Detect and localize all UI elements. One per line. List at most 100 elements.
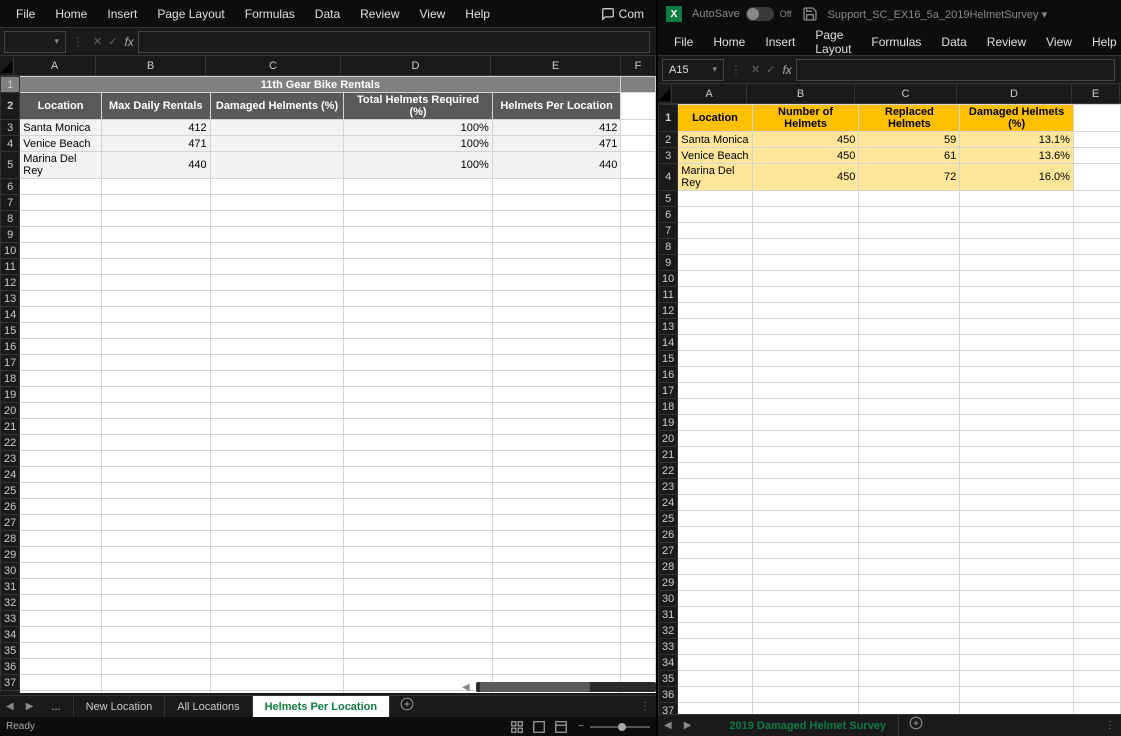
cell[interactable]: 13.6% [960,148,1074,164]
cell[interactable] [960,703,1074,715]
cell[interactable] [752,527,859,543]
grid-left[interactable]: 1 11th Gear Bike Rentals 2 Location Max … [0,76,656,693]
cell[interactable] [210,643,344,659]
cell[interactable] [492,451,621,467]
cell[interactable]: 471 [101,136,210,152]
tab-file[interactable]: File [6,0,45,27]
cell[interactable] [344,179,492,195]
table-row[interactable]: 28 [659,559,1121,575]
cell[interactable] [752,639,859,655]
cell[interactable] [859,687,960,703]
cell[interactable] [1073,367,1120,383]
cell[interactable] [210,515,344,531]
cell[interactable] [210,531,344,547]
tab-help[interactable]: Help [1082,28,1121,55]
row-header[interactable]: 14 [1,307,20,323]
sheet-nav-prev-icon[interactable]: ◀ [0,701,20,712]
page-layout-view-icon[interactable] [532,720,546,734]
cell[interactable] [1073,639,1120,655]
cell[interactable] [752,399,859,415]
row-header[interactable]: 35 [659,671,678,687]
table-row[interactable]: 12 [1,275,656,291]
cell[interactable] [752,383,859,399]
tab-review[interactable]: Review [977,28,1036,55]
cell[interactable] [859,527,960,543]
table-row[interactable]: 34 [659,655,1121,671]
cell[interactable] [492,595,621,611]
cell[interactable] [678,671,752,687]
cell[interactable] [752,591,859,607]
cell[interactable] [210,291,344,307]
header-helmets-per[interactable]: Helmets Per Location [492,93,621,120]
table-row[interactable]: 3 Venice Beach 450 61 13.6% [659,148,1121,164]
cell[interactable] [752,319,859,335]
cell[interactable] [1073,415,1120,431]
cell[interactable] [859,575,960,591]
sheet-tab-all-locations[interactable]: All Locations [165,696,252,717]
cell[interactable] [621,643,656,659]
cell[interactable] [1073,223,1120,239]
cell[interactable] [752,703,859,715]
cell[interactable] [678,303,752,319]
cell[interactable] [1073,191,1120,207]
tab-view[interactable]: View [410,0,456,27]
col-header-e[interactable]: E [491,56,621,75]
cell[interactable] [678,703,752,715]
cell[interactable]: 61 [859,148,960,164]
sheet-tab-helmets-per-location[interactable]: Helmets Per Location [253,696,390,717]
cell[interactable] [859,559,960,575]
row-header[interactable]: 37 [1,675,20,691]
header-damaged[interactable]: Damaged Helments (%) [210,93,344,120]
cell[interactable] [492,243,621,259]
cell[interactable] [859,335,960,351]
row-header[interactable]: 34 [1,627,20,643]
select-all-corner[interactable]: ◢ [658,84,672,103]
row-header[interactable]: 9 [1,227,20,243]
row-header[interactable]: 1 [659,105,678,132]
row-header[interactable]: 23 [1,451,20,467]
cell[interactable] [344,323,492,339]
cell[interactable] [752,431,859,447]
table-row[interactable]: 24 [1,467,656,483]
cell[interactable] [621,547,656,563]
row-header[interactable]: 25 [1,483,20,499]
cell[interactable] [101,643,210,659]
accept-fx-icon[interactable]: ✓ [105,35,120,48]
cell[interactable] [678,287,752,303]
cell[interactable] [678,463,752,479]
cell[interactable]: 72 [859,164,960,191]
cell[interactable] [960,591,1074,607]
row-header[interactable]: 1 [1,77,20,93]
table-row[interactable]: 9 [659,255,1121,271]
row-header[interactable]: 30 [659,591,678,607]
cell[interactable] [101,467,210,483]
cell[interactable] [1073,303,1120,319]
cell[interactable] [492,227,621,243]
cell[interactable] [752,335,859,351]
row-header[interactable]: 16 [659,367,678,383]
cell[interactable] [210,419,344,435]
table-row[interactable]: 34 [1,627,656,643]
cell[interactable] [492,403,621,419]
row-header[interactable]: 28 [1,531,20,547]
cell[interactable] [621,419,656,435]
cell[interactable] [1073,527,1120,543]
row-header[interactable]: 8 [659,239,678,255]
header-num-helmets[interactable]: Number of Helmets [752,105,859,132]
tab-options-icon[interactable]: ⋮ [634,701,656,712]
cell[interactable] [1073,319,1120,335]
row-header[interactable]: 7 [1,195,20,211]
table-row[interactable]: 30 [659,591,1121,607]
scroll-left-icon[interactable]: ◀ [456,682,476,693]
cell[interactable] [678,415,752,431]
table-row[interactable]: 20 [659,431,1121,447]
cell[interactable]: 100% [344,136,492,152]
row-header[interactable]: 10 [659,271,678,287]
row-header[interactable]: 20 [1,403,20,419]
cell[interactable] [678,511,752,527]
table-row[interactable]: 26 [1,499,656,515]
cell[interactable] [210,307,344,323]
cell[interactable] [210,579,344,595]
cell[interactable] [101,675,210,691]
table-row[interactable]: 35 [659,671,1121,687]
